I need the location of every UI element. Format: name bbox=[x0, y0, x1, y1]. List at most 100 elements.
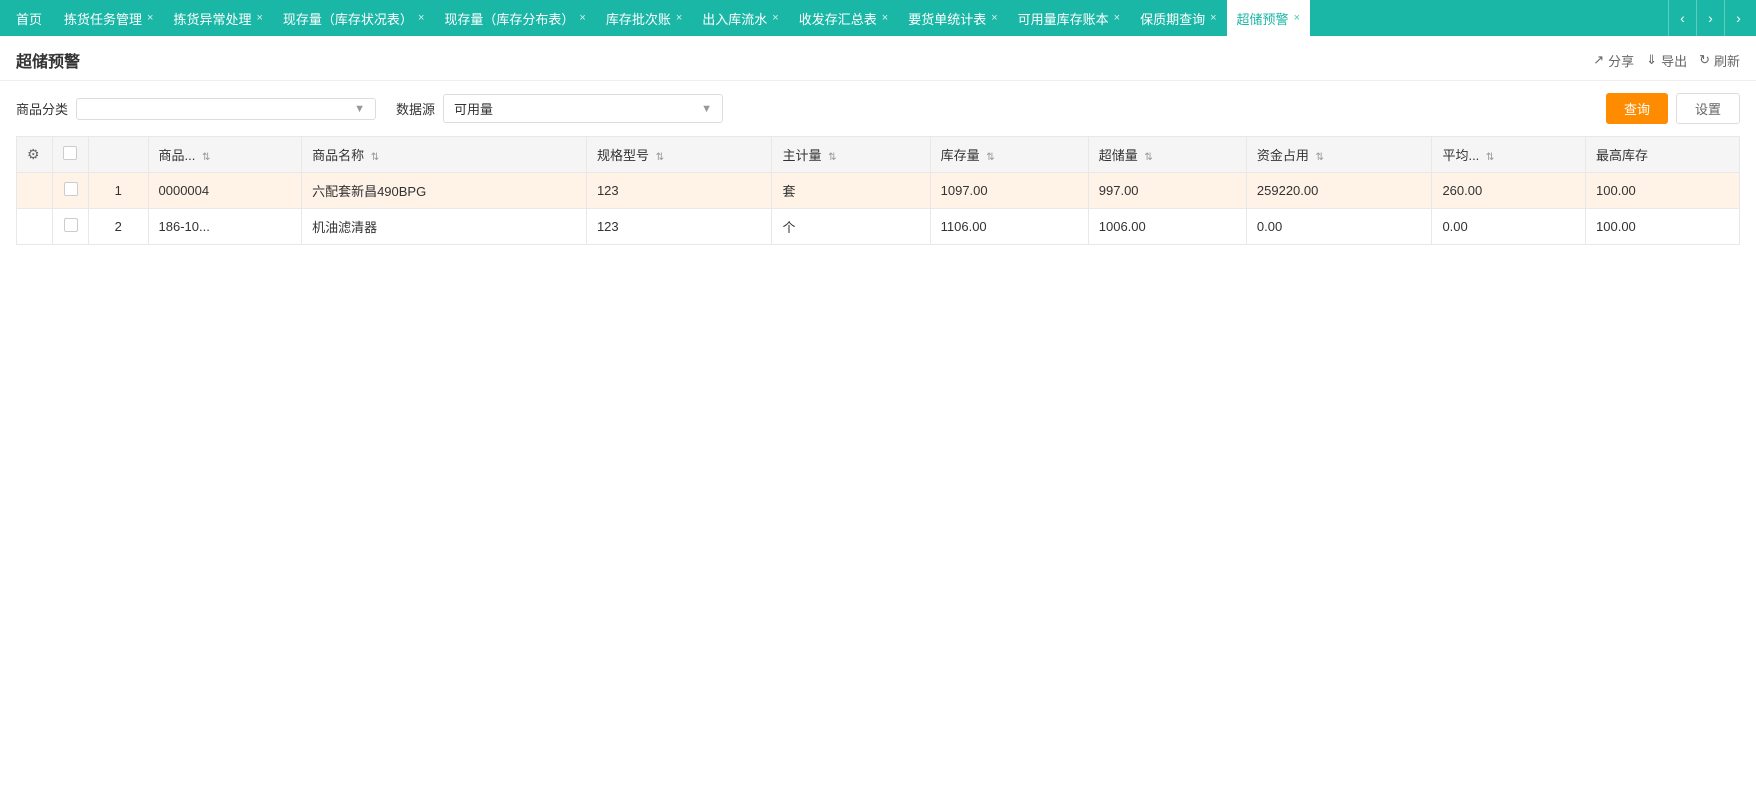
category-filter: 商品分类 ▼ bbox=[16, 98, 376, 120]
settings-button[interactable]: 设置 bbox=[1676, 93, 1740, 124]
nav-close-3[interactable]: × bbox=[579, 12, 585, 24]
th-unit[interactable]: 主计量 ⇅ bbox=[772, 137, 930, 173]
sort-icon-stock: ⇅ bbox=[986, 152, 994, 163]
nav-item-8[interactable]: 可用量库存账本 × bbox=[1008, 0, 1130, 36]
share-icon: ↗ bbox=[1593, 52, 1604, 68]
category-label: 商品分类 bbox=[16, 99, 68, 118]
th-max-stock[interactable]: 最高库存 bbox=[1586, 137, 1740, 173]
td-stock-1: 1097.00 bbox=[930, 173, 1088, 209]
nav-item-6[interactable]: 收发存汇总表 × bbox=[789, 0, 898, 36]
filter-area: 商品分类 ▼ 数据源 可用量 ▼ 查询 设置 bbox=[0, 81, 1756, 136]
refresh-label: 刷新 bbox=[1714, 51, 1740, 70]
table-row: 2 186-10... 机油滤清器 123 个 1106.00 1006.00 … bbox=[17, 209, 1740, 245]
td-stock-2: 1106.00 bbox=[930, 209, 1088, 245]
page-title: 超储预警 bbox=[16, 48, 80, 72]
nav-close-10[interactable]: × bbox=[1294, 12, 1300, 24]
nav-close-9[interactable]: × bbox=[1210, 12, 1216, 24]
export-label: 导出 bbox=[1661, 51, 1687, 70]
nav-item-1[interactable]: 拣货异常处理 × bbox=[163, 0, 272, 36]
query-button[interactable]: 查询 bbox=[1606, 93, 1668, 124]
td-checkbox-2[interactable] bbox=[53, 209, 89, 245]
th-capital[interactable]: 资金占用 ⇅ bbox=[1246, 137, 1432, 173]
nav-item-label-6: 收发存汇总表 bbox=[799, 9, 877, 28]
table-container: ⚙ 商品... ⇅ 商品名称 ⇅ 规格型号 ⇅ bbox=[0, 136, 1756, 245]
td-checkbox-1[interactable] bbox=[53, 173, 89, 209]
td-overstock-2: 1006.00 bbox=[1088, 209, 1246, 245]
filter-actions: 查询 设置 bbox=[1606, 93, 1740, 124]
nav-item-label-5: 出入库流水 bbox=[702, 9, 767, 28]
nav-item-10[interactable]: 超储预警 × bbox=[1227, 0, 1310, 36]
nav-close-4[interactable]: × bbox=[676, 12, 682, 24]
th-stock[interactable]: 库存量 ⇅ bbox=[930, 137, 1088, 173]
nav-close-2[interactable]: × bbox=[418, 12, 424, 24]
export-button[interactable]: ⇓ 导出 bbox=[1646, 51, 1687, 70]
category-chevron-icon: ▼ bbox=[354, 103, 365, 115]
datasource-filter: 数据源 可用量 ▼ bbox=[396, 94, 723, 123]
td-capital-1: 259220.00 bbox=[1246, 173, 1432, 209]
row-checkbox-2[interactable] bbox=[64, 218, 78, 232]
nav-more-button[interactable]: › bbox=[1724, 0, 1752, 36]
row-checkbox-1[interactable] bbox=[64, 182, 78, 196]
nav-item-label-3: 现存量（库存分布表） bbox=[444, 9, 574, 28]
td-rownum-2: 2 bbox=[89, 209, 149, 245]
th-settings[interactable]: ⚙ bbox=[17, 137, 53, 173]
nav-item-label-0: 拣货任务管理 bbox=[64, 9, 142, 28]
nav-item-5[interactable]: 出入库流水 × bbox=[692, 0, 788, 36]
th-product-name[interactable]: 商品名称 ⇅ bbox=[302, 137, 587, 173]
nav-item-9[interactable]: 保质期查询 × bbox=[1130, 0, 1226, 36]
nav-close-8[interactable]: × bbox=[1114, 12, 1120, 24]
nav-close-6[interactable]: × bbox=[882, 12, 888, 24]
nav-item-4[interactable]: 库存批次账 × bbox=[596, 0, 692, 36]
nav-item-2[interactable]: 现存量（库存状况表） × bbox=[273, 0, 434, 36]
td-product-code-1: 0000004 bbox=[148, 173, 302, 209]
nav-close-0[interactable]: × bbox=[147, 12, 153, 24]
sort-icon-unit: ⇅ bbox=[828, 152, 836, 163]
nav-close-7[interactable]: × bbox=[991, 12, 997, 24]
th-overstock[interactable]: 超储量 ⇅ bbox=[1088, 137, 1246, 173]
nav-close-5[interactable]: × bbox=[772, 12, 778, 24]
th-checkbox[interactable] bbox=[53, 137, 89, 173]
th-spec[interactable]: 规格型号 ⇅ bbox=[586, 137, 772, 173]
sort-icon-capital: ⇅ bbox=[1316, 152, 1324, 163]
td-row-action-2 bbox=[17, 209, 53, 245]
category-select[interactable]: ▼ bbox=[76, 98, 376, 120]
data-table: ⚙ 商品... ⇅ 商品名称 ⇅ 规格型号 ⇅ bbox=[16, 136, 1740, 245]
nav-arrows: ‹ › › bbox=[1668, 0, 1752, 36]
datasource-select[interactable]: 可用量 ▼ bbox=[443, 94, 723, 123]
nav-item-3[interactable]: 现存量（库存分布表） × bbox=[434, 0, 595, 36]
th-row-num bbox=[89, 137, 149, 173]
td-row-action-1 bbox=[17, 173, 53, 209]
refresh-button[interactable]: ↻ 刷新 bbox=[1699, 51, 1740, 70]
nav-item-label-7: 要货单统计表 bbox=[908, 9, 986, 28]
nav-home[interactable]: 首页 bbox=[4, 9, 54, 28]
td-unit-1: 套 bbox=[772, 173, 930, 209]
datasource-select-value: 可用量 bbox=[454, 99, 493, 118]
th-product-code[interactable]: 商品... ⇅ bbox=[148, 137, 302, 173]
sort-icon-avg: ⇅ bbox=[1486, 152, 1494, 163]
td-capital-2: 0.00 bbox=[1246, 209, 1432, 245]
nav-item-7[interactable]: 要货单统计表 × bbox=[898, 0, 1007, 36]
td-spec-1: 123 bbox=[586, 173, 772, 209]
sort-icon-spec: ⇅ bbox=[656, 152, 664, 163]
nav-bar: 首页 拣货任务管理 × 拣货异常处理 × 现存量（库存状况表） × 现存量（库存… bbox=[0, 0, 1756, 36]
td-avg-2: 0.00 bbox=[1432, 209, 1586, 245]
page-header: 超储预警 ↗ 分享 ⇓ 导出 ↻ 刷新 bbox=[0, 36, 1756, 81]
nav-item-label-2: 现存量（库存状况表） bbox=[283, 9, 413, 28]
nav-item-label-4: 库存批次账 bbox=[606, 9, 671, 28]
nav-item-label-8: 可用量库存账本 bbox=[1018, 9, 1109, 28]
datasource-label: 数据源 bbox=[396, 99, 435, 118]
gear-icon[interactable]: ⚙ bbox=[27, 146, 40, 162]
nav-next-button[interactable]: › bbox=[1696, 0, 1724, 36]
td-rownum-1: 1 bbox=[89, 173, 149, 209]
th-avg[interactable]: 平均... ⇅ bbox=[1432, 137, 1586, 173]
header-checkbox[interactable] bbox=[63, 146, 77, 160]
table-row: 1 0000004 六配套新昌490BPG 123 套 1097.00 997.… bbox=[17, 173, 1740, 209]
nav-item-0[interactable]: 拣货任务管理 × bbox=[54, 0, 163, 36]
nav-close-1[interactable]: × bbox=[256, 12, 262, 24]
nav-prev-button[interactable]: ‹ bbox=[1668, 0, 1696, 36]
td-overstock-1: 997.00 bbox=[1088, 173, 1246, 209]
share-button[interactable]: ↗ 分享 bbox=[1593, 51, 1634, 70]
td-product-code-2: 186-10... bbox=[148, 209, 302, 245]
td-product-name-1: 六配套新昌490BPG bbox=[302, 173, 587, 209]
refresh-icon: ↻ bbox=[1699, 52, 1710, 68]
